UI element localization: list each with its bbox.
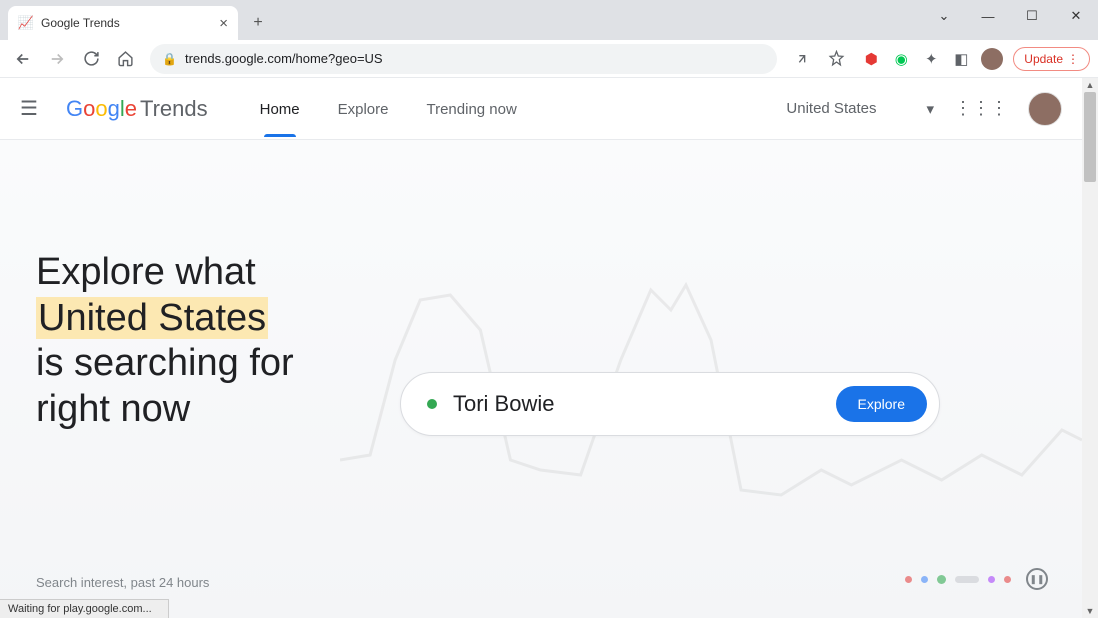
headline-line1: Explore what — [36, 250, 294, 296]
back-button[interactable] — [8, 44, 38, 74]
region-selector[interactable]: United States ▾ — [786, 100, 934, 118]
scroll-up-icon[interactable]: ▲ — [1082, 78, 1098, 92]
content-area: ☰ Google Trends Home Explore Trending no… — [0, 78, 1098, 618]
browser-status-bar: Waiting for play.google.com... — [0, 599, 169, 618]
extension-red-icon[interactable]: ⬢ — [861, 49, 881, 69]
bookmark-icon[interactable] — [821, 44, 851, 74]
forward-button[interactable] — [42, 44, 72, 74]
pager-dot-active[interactable] — [937, 575, 946, 584]
hero-section: Explore what United States is searching … — [0, 140, 1082, 618]
hero-headline: Explore what United States is searching … — [36, 250, 294, 432]
headline-line3: is searching for — [36, 341, 294, 387]
vertical-scrollbar[interactable]: ▲ ▼ — [1082, 78, 1098, 618]
update-label: Update — [1024, 52, 1063, 66]
tab-explore[interactable]: Explore — [338, 81, 389, 136]
sidepanel-icon[interactable]: ◧ — [951, 49, 971, 69]
pause-icon[interactable]: ❚❚ — [1026, 568, 1048, 590]
explore-button[interactable]: Explore — [836, 386, 927, 422]
minimize-button[interactable]: — — [966, 0, 1010, 32]
pager-dot[interactable] — [905, 576, 912, 583]
scroll-thumb[interactable] — [1084, 92, 1096, 182]
new-tab-button[interactable]: + — [244, 9, 272, 37]
nav-tabs: Home Explore Trending now — [260, 81, 517, 136]
reload-button[interactable] — [76, 44, 106, 74]
lock-icon: 🔒 — [162, 52, 177, 66]
search-interest-label: Search interest, past 24 hours — [36, 575, 209, 590]
extension-green-icon[interactable]: ◉ — [891, 49, 911, 69]
profile-avatar-small[interactable] — [981, 48, 1003, 70]
window-controls: ⌄ — ☐ ✕ — [922, 0, 1098, 32]
pager-dot[interactable] — [955, 576, 979, 583]
browser-toolbar: 🔒 trends.google.com/home?geo=US ⬢ ◉ ✦ ◧ … — [0, 40, 1098, 78]
trending-term: Tori Bowie — [453, 391, 820, 417]
logo-trends-text: Trends — [140, 96, 208, 122]
tab-title: Google Trends — [41, 16, 212, 30]
headline-highlight: United States — [36, 297, 268, 339]
pager-dot[interactable] — [921, 576, 928, 583]
region-label: United States — [786, 100, 876, 117]
page: ☰ Google Trends Home Explore Trending no… — [0, 78, 1082, 618]
pager-dot[interactable] — [1004, 576, 1011, 583]
extension-icons: ⬢ ◉ ✦ ◧ — [855, 48, 1009, 70]
live-dot-icon — [427, 399, 437, 409]
tab-close-icon[interactable]: × — [219, 15, 228, 32]
browser-tab[interactable]: 📈 Google Trends × — [8, 6, 238, 40]
carousel-pager: ❚❚ — [905, 568, 1048, 590]
chevron-down-icon: ▾ — [926, 100, 934, 118]
trending-search-pill[interactable]: Tori Bowie Explore — [400, 372, 940, 436]
share-icon[interactable] — [787, 44, 817, 74]
hamburger-menu-icon[interactable]: ☰ — [20, 96, 38, 121]
site-nav: ☰ Google Trends Home Explore Trending no… — [0, 78, 1082, 140]
kebab-icon: ⋮ — [1067, 52, 1079, 66]
pager-dot[interactable] — [988, 576, 995, 583]
update-button[interactable]: Update ⋮ — [1013, 47, 1090, 71]
address-bar[interactable]: 🔒 trends.google.com/home?geo=US — [150, 44, 777, 74]
trends-favicon-icon: 📈 — [18, 15, 34, 31]
nav-right: United States ▾ ⋮⋮⋮ — [786, 92, 1062, 126]
home-button[interactable] — [110, 44, 140, 74]
url-text: trends.google.com/home?geo=US — [185, 51, 383, 66]
extensions-puzzle-icon[interactable]: ✦ — [921, 49, 941, 69]
google-trends-logo[interactable]: Google Trends — [66, 96, 208, 122]
headline-line4: right now — [36, 387, 294, 433]
scroll-down-icon[interactable]: ▼ — [1082, 604, 1098, 618]
close-window-button[interactable]: ✕ — [1054, 0, 1098, 32]
google-apps-icon[interactable]: ⋮⋮⋮ — [954, 98, 1008, 119]
window-titlebar: 📈 Google Trends × + ⌄ — ☐ ✕ — [0, 0, 1098, 40]
profile-avatar[interactable] — [1028, 92, 1062, 126]
tab-trending-now[interactable]: Trending now — [426, 81, 516, 136]
tab-search-icon[interactable]: ⌄ — [922, 0, 966, 32]
tab-home[interactable]: Home — [260, 81, 300, 136]
maximize-button[interactable]: ☐ — [1010, 0, 1054, 32]
